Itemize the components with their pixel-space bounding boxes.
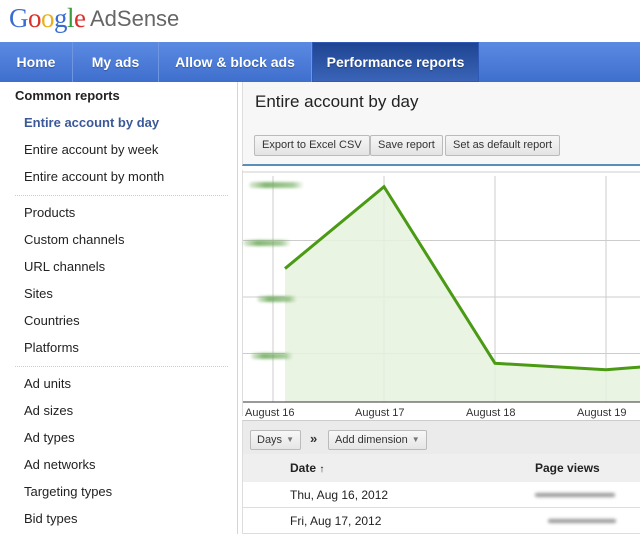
nav-my-ads[interactable]: My ads [73, 42, 159, 82]
report-table: Date ↑ Page views Thu, Aug 16, 2012 Fri,… [242, 454, 640, 534]
sidebar-item-countries[interactable]: Countries [24, 313, 80, 328]
dimension-toolbar: Days ▼ » Add dimension ▼ [242, 420, 640, 454]
sidebar: Common reports Entire account by day Ent… [0, 82, 238, 534]
header: Google AdSense [0, 0, 640, 42]
sidebar-divider [15, 195, 228, 196]
sidebar-item-targeting-types[interactable]: Targeting types [24, 484, 112, 499]
date-column-header[interactable]: Date ↑ [290, 461, 324, 475]
y-tick-label-redacted [249, 182, 304, 188]
sidebar-heading: Common reports [15, 88, 120, 103]
sidebar-item-url-channels[interactable]: URL channels [24, 259, 105, 274]
chart-canvas [243, 171, 640, 403]
pageviews-cell-redacted [548, 519, 616, 523]
x-tick-label: August 16 [245, 407, 295, 419]
report-header: Entire account by day Export to Excel CS… [242, 82, 640, 166]
pageviews-column-header[interactable]: Page views [535, 461, 600, 475]
chevron-down-icon: ▼ [286, 435, 294, 444]
days-dropdown[interactable]: Days ▼ [250, 430, 301, 450]
performance-chart [242, 170, 640, 416]
product-name: AdSense [90, 6, 180, 31]
sort-ascending-icon: ↑ [319, 464, 325, 475]
sidebar-item-platforms[interactable]: Platforms [24, 340, 79, 355]
sidebar-item-products[interactable]: Products [24, 205, 75, 220]
sidebar-item-entire-account-by-week[interactable]: Entire account by week [24, 142, 158, 157]
google-logo[interactable]: Google [9, 3, 86, 34]
pageviews-cell-redacted [535, 493, 615, 497]
nav-performance-reports[interactable]: Performance reports [312, 42, 479, 82]
nav-home[interactable]: Home [0, 42, 73, 82]
nav-allow-block-ads[interactable]: Allow & block ads [159, 42, 312, 82]
x-tick-label: August 17 [355, 407, 405, 419]
sidebar-item-entire-account-by-month[interactable]: Entire account by month [24, 169, 164, 184]
sidebar-item-bid-types[interactable]: Bid types [24, 511, 77, 526]
table-row: Thu, Aug 16, 2012 [243, 482, 640, 508]
table-row: Fri, Aug 17, 2012 [243, 508, 640, 534]
date-cell: Thu, Aug 16, 2012 [290, 488, 389, 502]
sidebar-item-sites[interactable]: Sites [24, 286, 53, 301]
report-panel: Entire account by day Export to Excel CS… [242, 82, 640, 534]
page-title: Entire account by day [255, 92, 419, 111]
y-tick-label-redacted [243, 240, 291, 246]
chevron-down-icon: ▼ [411, 435, 420, 444]
x-tick-label: August 18 [466, 407, 516, 419]
breadcrumb-separator: » [310, 431, 318, 446]
main-nav: Home My ads Allow & block ads Performanc… [0, 42, 640, 82]
set-default-report-button[interactable]: Set as default report [445, 135, 561, 156]
date-cell: Fri, Aug 17, 2012 [290, 514, 382, 528]
sidebar-divider [15, 366, 228, 367]
y-tick-label-redacted [257, 296, 297, 302]
save-report-button[interactable]: Save report [370, 135, 443, 156]
sidebar-item-ad-types[interactable]: Ad types [24, 430, 75, 445]
sidebar-item-entire-account-by-day[interactable]: Entire account by day [24, 115, 159, 130]
y-tick-label-redacted [251, 353, 293, 359]
sidebar-item-ad-networks[interactable]: Ad networks [24, 457, 96, 472]
x-tick-label: August 19 [577, 407, 627, 419]
export-csv-button[interactable]: Export to Excel CSV [254, 135, 370, 156]
add-dimension-dropdown[interactable]: Add dimension ▼ [328, 430, 427, 450]
sidebar-item-ad-units[interactable]: Ad units [24, 376, 71, 391]
sidebar-item-custom-channels[interactable]: Custom channels [24, 232, 124, 247]
table-header: Date ↑ Page views [243, 454, 640, 482]
sidebar-item-ad-sizes[interactable]: Ad sizes [24, 403, 73, 418]
